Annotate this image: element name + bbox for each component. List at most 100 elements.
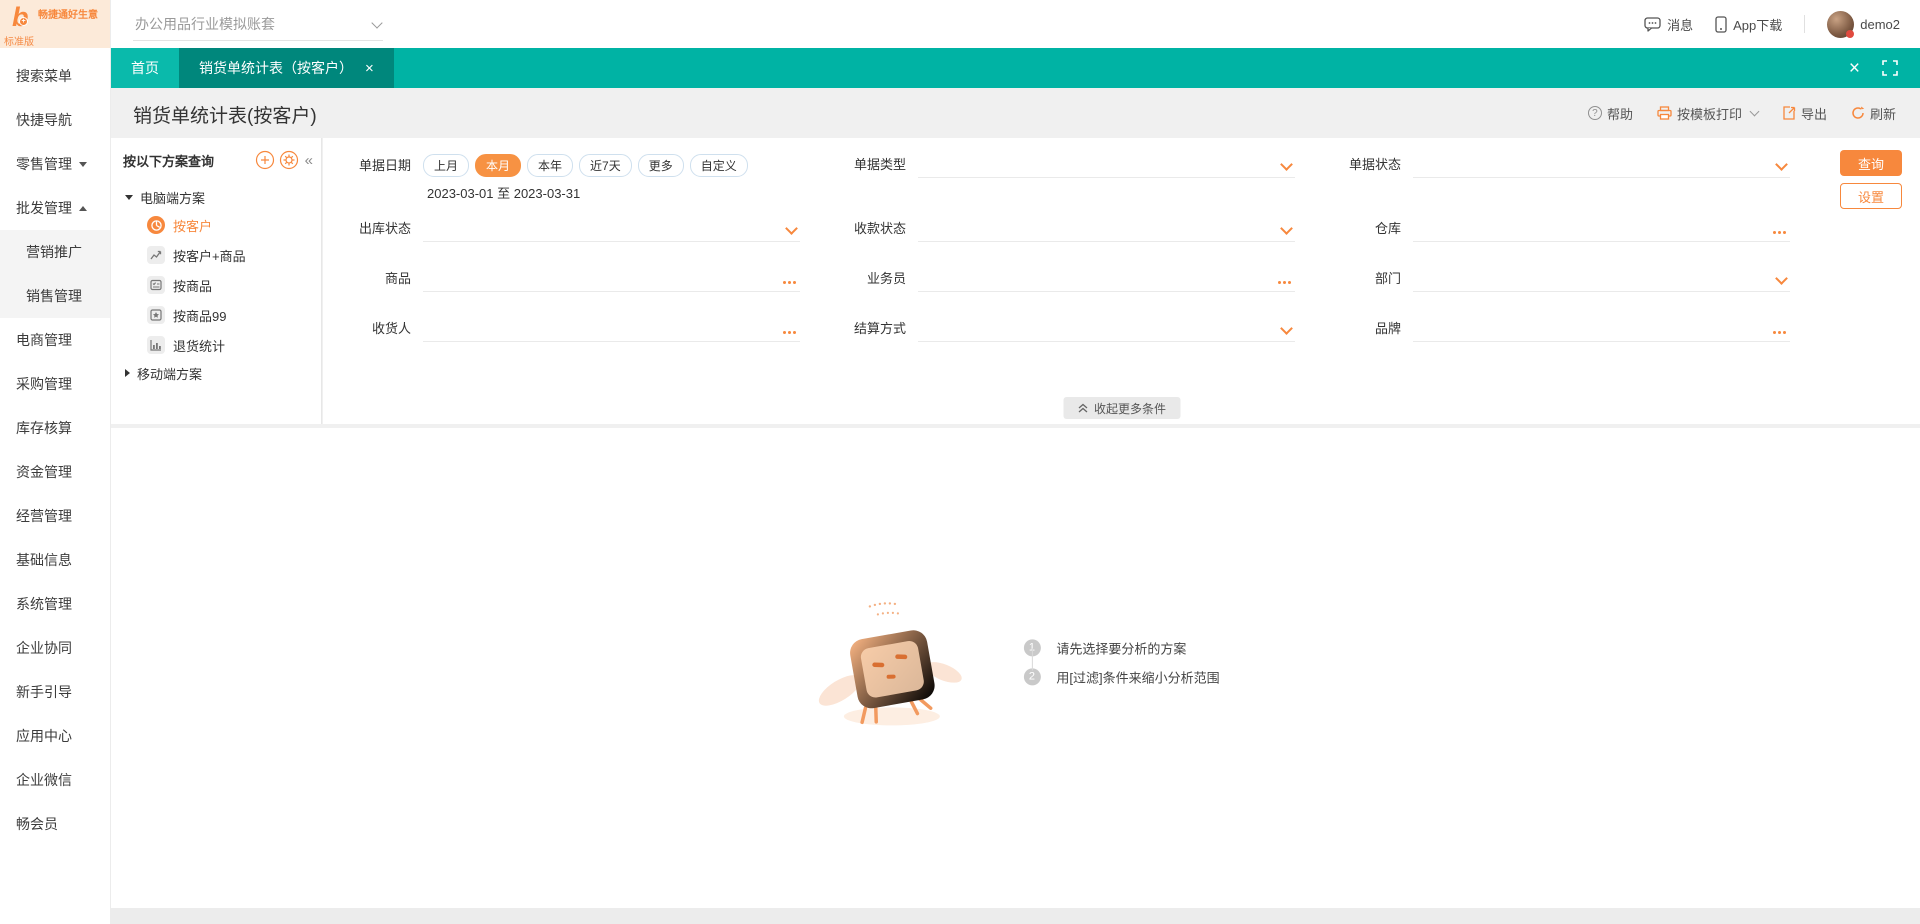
outbound-status-select[interactable] [423, 218, 800, 242]
help-button[interactable]: ? 帮助 [1587, 104, 1633, 123]
sidebar-item-sales[interactable]: 销售管理 [0, 274, 110, 318]
filter-label: 结算方式 [853, 321, 906, 336]
filter-label: 业务员 [866, 271, 906, 286]
export-button[interactable]: 导出 [1782, 104, 1827, 123]
top-header: 办公用品行业模拟账套 消息 App下载 demo2 [111, 0, 1920, 48]
sidebar-item-ecommerce[interactable]: 电商管理 [0, 318, 110, 362]
empty-state: 1 请先选择要分析的方案 2 用[过滤]条件来缩小分析范围 [811, 592, 1220, 732]
refresh-icon [1852, 106, 1865, 119]
plan-item-label: 按客户 [173, 218, 213, 234]
user-menu[interactable]: demo2 [1827, 10, 1900, 38]
tab-sales-report[interactable]: 销货单统计表（按客户） × [179, 48, 394, 88]
query-panel-title: 按以下方案查询 [123, 153, 215, 169]
filter-label: 单据日期 [358, 158, 411, 173]
account-set-selector[interactable]: 办公用品行业模拟账套 [133, 10, 383, 41]
collapse-more-conditions-button[interactable]: 收起更多条件 [1062, 397, 1181, 419]
empty-state-steps: 1 请先选择要分析的方案 2 用[过滤]条件来缩小分析范围 [1023, 628, 1220, 696]
warehouse-picker[interactable] [1413, 218, 1790, 242]
tree-group-label: 移动端方案 [137, 366, 203, 382]
collapse-label: 收起更多条件 [1093, 401, 1167, 416]
sidebar-item-quick-nav[interactable]: 快捷导航 [0, 98, 110, 142]
export-label: 导出 [1800, 106, 1827, 122]
add-plan-icon[interactable] [255, 150, 275, 170]
sidebar-item-basic-info[interactable]: 基础信息 [0, 538, 110, 582]
sidebar-item-funds[interactable]: 资金管理 [0, 450, 110, 494]
date-preset-last-7-days[interactable]: 近7天 [579, 154, 632, 177]
app-download-button[interactable]: App下载 [1715, 15, 1782, 34]
sidebar-item-search-menu[interactable]: 搜索菜单 [0, 54, 110, 98]
filter-doc-type: 单据类型 [846, 154, 1295, 218]
doc-type-select[interactable] [918, 154, 1295, 178]
star-report-icon [147, 306, 165, 324]
caret-down-icon [79, 161, 87, 167]
plan-item-by-customer-product[interactable]: 按客户+商品 [125, 240, 321, 270]
sidebar-item-system[interactable]: 系统管理 [0, 582, 110, 626]
consignee-picker[interactable] [423, 318, 800, 342]
step-2: 2 用[过滤]条件来缩小分析范围 [1023, 667, 1220, 686]
fullscreen-icon[interactable] [1882, 60, 1898, 76]
plan-item-by-customer[interactable]: 按客户 [125, 210, 321, 240]
plan-item-by-product-99[interactable]: 按商品99 [125, 300, 321, 330]
date-preset-last-month[interactable]: 上月 [423, 154, 470, 177]
sidebar-item-label: 批发管理 [16, 200, 72, 216]
sidebar-item-beginner-guide[interactable]: 新手引导 [0, 670, 110, 714]
close-all-icon[interactable]: × [1849, 59, 1860, 78]
filter-label: 部门 [1374, 271, 1401, 286]
tree-group-pc[interactable]: 电脑端方案 [125, 184, 321, 210]
doc-status-select[interactable] [1413, 154, 1790, 178]
logo-area[interactable]: b+ 畅捷通好生意 标准版 [0, 0, 110, 48]
sidebar-item-label: 资金管理 [16, 464, 72, 480]
salesperson-picker[interactable] [918, 268, 1295, 292]
payment-status-select[interactable] [918, 218, 1295, 242]
brand-picker[interactable] [1413, 318, 1790, 342]
sidebar-item-collaboration[interactable]: 企业协同 [0, 626, 110, 670]
tree-group-mobile[interactable]: 移动端方案 [125, 360, 321, 386]
filter-doc-status: 单据状态 [1341, 154, 1790, 218]
chevron-down-icon [1775, 272, 1788, 285]
sidebar-item-member[interactable]: 畅会员 [0, 802, 110, 846]
chevron-down-icon [371, 17, 383, 29]
sidebar-item-wecom[interactable]: 企业微信 [0, 758, 110, 802]
sidebar-item-retail[interactable]: 零售管理 [0, 142, 110, 186]
date-preset-custom[interactable]: 自定义 [689, 154, 748, 177]
print-by-template-button[interactable]: 按模板打印 [1657, 104, 1760, 123]
trend-chart-icon [147, 246, 165, 264]
date-preset-this-year[interactable]: 本年 [527, 154, 574, 177]
sidebar-item-label: 经营管理 [16, 508, 72, 524]
settlement-method-select[interactable] [918, 318, 1295, 342]
department-select[interactable] [1413, 268, 1790, 292]
collapse-panel-icon[interactable]: « [305, 152, 313, 169]
ellipsis-icon [783, 331, 786, 334]
product-picker[interactable] [423, 268, 800, 292]
date-preset-this-month[interactable]: 本月 [475, 154, 522, 177]
plan-item-by-product[interactable]: 按商品 [125, 270, 321, 300]
sidebar-item-inventory[interactable]: 库存核算 [0, 406, 110, 450]
sidebar-item-operations[interactable]: 经营管理 [0, 494, 110, 538]
settings-button[interactable]: 设置 [1840, 183, 1902, 209]
brand-logo-icon: b+ [12, 2, 29, 33]
plan-item-return-stats[interactable]: 退货统计 [125, 330, 321, 360]
date-preset-more[interactable]: 更多 [637, 154, 684, 177]
filter-label: 单据类型 [853, 157, 906, 172]
messages-button[interactable]: 消息 [1644, 15, 1693, 34]
print-label: 按模板打印 [1676, 106, 1742, 122]
query-button[interactable]: 查询 [1840, 150, 1902, 176]
horizontal-scrollbar[interactable] [111, 908, 1920, 924]
plan-item-label: 按商品 [173, 278, 213, 294]
close-icon[interactable]: × [365, 61, 374, 76]
sidebar-item-app-center[interactable]: 应用中心 [0, 714, 110, 758]
tab-home[interactable]: 首页 [111, 48, 179, 88]
page-header: 销货单统计表(按客户) ? 帮助 按模板打印 导出 刷新 [111, 88, 1920, 138]
filter-consignee: 收货人 [351, 318, 800, 368]
refresh-button[interactable]: 刷新 [1851, 104, 1896, 123]
gear-icon[interactable] [279, 150, 299, 170]
header-right-cluster: 消息 App下载 demo2 [1644, 0, 1900, 48]
sidebar-item-marketing[interactable]: 营销推广 [0, 230, 110, 274]
sidebar-item-purchasing[interactable]: 采购管理 [0, 362, 110, 406]
sidebar-item-wholesale[interactable]: 批发管理 [0, 186, 110, 230]
filter-product: 商品 [351, 268, 800, 318]
sidebar-item-label: 企业微信 [16, 772, 72, 788]
date-range-value[interactable]: 2023-03-01 至 2023-03-31 [427, 183, 748, 202]
export-icon [1783, 106, 1796, 120]
step-text: 请先选择要分析的方案 [1056, 641, 1187, 657]
